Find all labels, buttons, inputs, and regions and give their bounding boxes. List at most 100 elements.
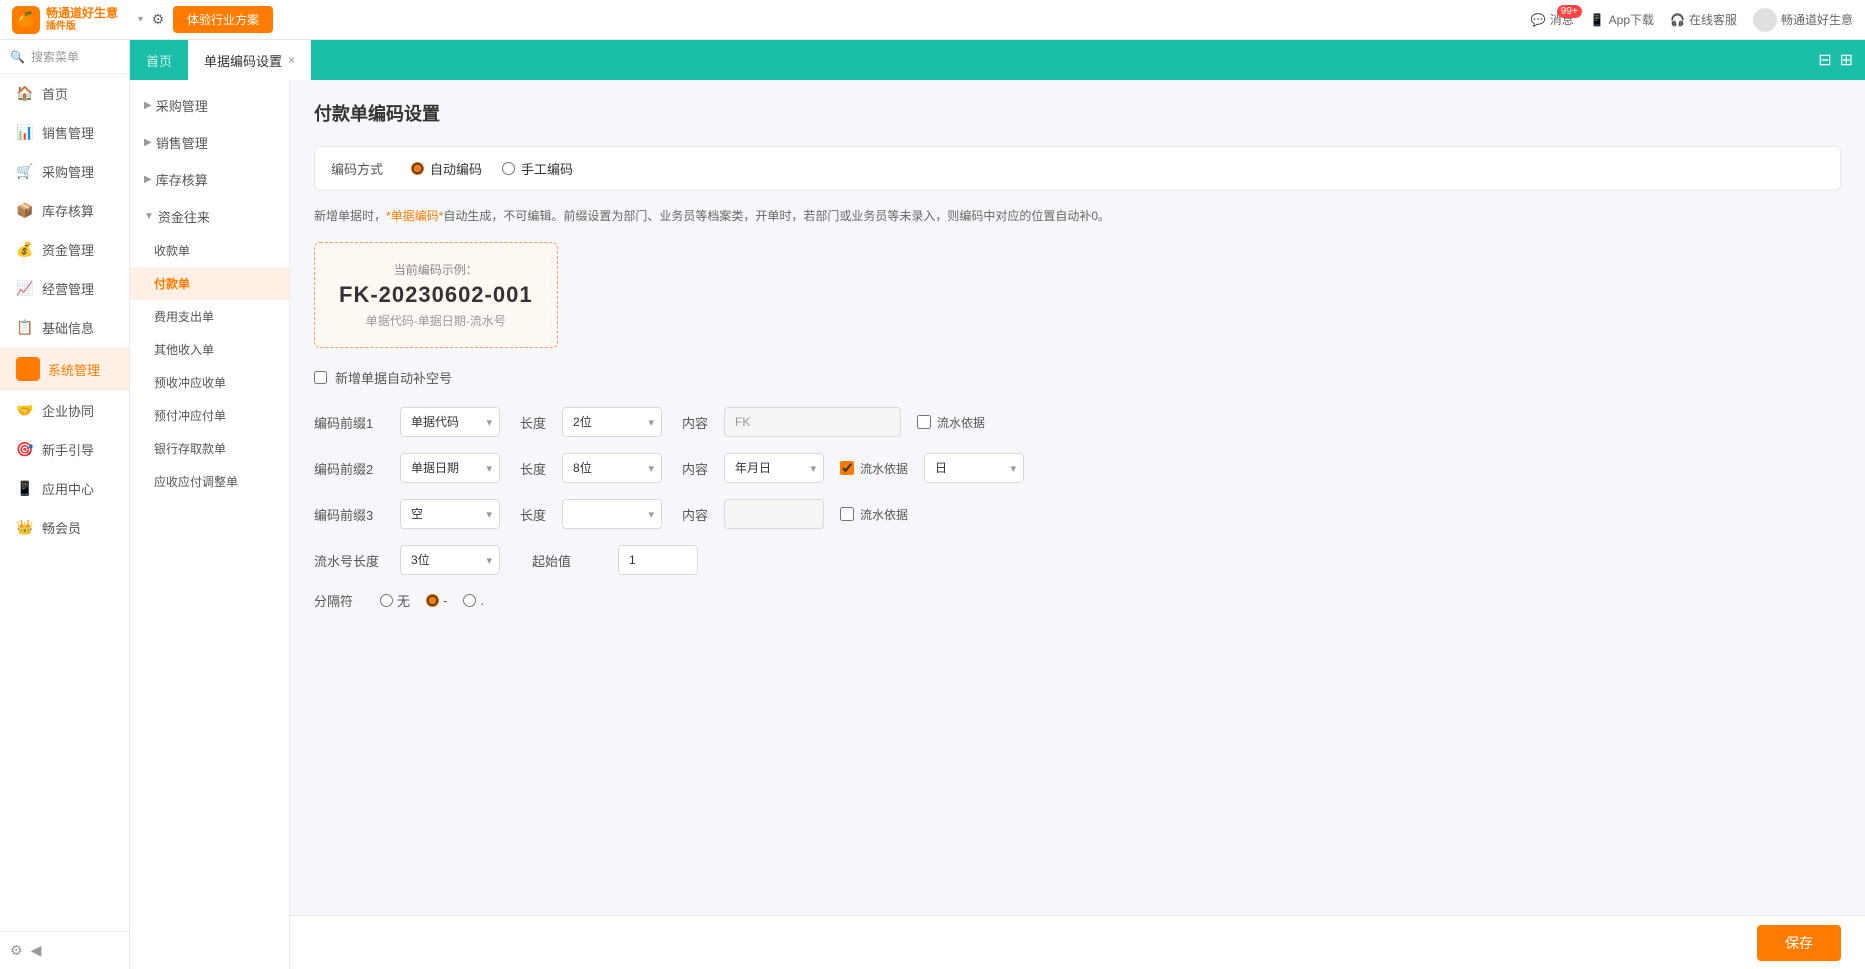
auto-encode-radio[interactable]	[411, 162, 424, 175]
prefix1-select-wrap: 单据代码	[400, 407, 500, 437]
second-sidebar: ▶ 采购管理 ▶ 销售管理 ▶ 库存核算	[130, 80, 290, 969]
content2-select[interactable]: 年月日	[724, 453, 824, 483]
sidebar-item-operation[interactable]: 📈 经营管理	[0, 269, 129, 308]
expand-arrow-finance: ▼	[144, 211, 154, 222]
waterflow1-wrap: 流水依据	[917, 414, 985, 431]
tab-home[interactable]: 首页	[130, 40, 188, 80]
prefix3-select[interactable]: 空	[400, 499, 500, 529]
sidebar-collapse-btn[interactable]: ◀	[31, 942, 42, 959]
waterflow2-label: 流水依据	[860, 460, 908, 477]
sidebar-item-purchase[interactable]: 🛒 采购管理	[0, 152, 129, 191]
sidebar-item-inventory[interactable]: 📦 库存核算	[0, 191, 129, 230]
length1-select[interactable]: 2位	[562, 407, 662, 437]
length3-select[interactable]	[562, 499, 662, 529]
guide-icon: 🎯	[16, 441, 34, 459]
content1-label: 内容	[682, 413, 708, 432]
form-row-serial: 流水号长度 3位 起始值	[314, 545, 1841, 575]
save-button[interactable]: 保存	[1757, 925, 1841, 961]
sep-dash-option[interactable]: -	[426, 593, 447, 608]
sep-dot-label: .	[480, 593, 484, 608]
sep-none-option[interactable]: 无	[380, 591, 410, 610]
sidebar-item-enterprise[interactable]: 🤝 企业协同	[0, 391, 129, 430]
second-sidebar-finance[interactable]: ▼ 资金往来	[130, 199, 289, 234]
code-preview-label: 当前编码示例：	[339, 261, 533, 278]
prefix1-select[interactable]: 单据代码	[400, 407, 500, 437]
sidebar-search[interactable]: 🔍 搜索菜单	[0, 40, 129, 74]
content1-input	[724, 407, 901, 437]
second-sidebar-finance-label: 资金往来	[158, 207, 210, 226]
code-preview-value: FK-20230602-001	[339, 282, 533, 308]
tab-close-icon[interactable]: ×	[288, 53, 295, 67]
sidebar-item-system[interactable]: ⚙ 系统管理	[0, 347, 129, 391]
sep-none-label: 无	[397, 591, 410, 610]
sidebar-item-system-label: 系统管理	[48, 360, 100, 379]
experience-btn[interactable]: 体验行业方案	[173, 6, 273, 33]
waterflow2-checkbox[interactable]	[840, 461, 854, 475]
autofill-checkbox[interactable]	[314, 371, 327, 384]
tab-maximize-btn[interactable]: ⊞	[1840, 50, 1853, 70]
second-sidebar-prepay-receivable[interactable]: 预收冲应收单	[130, 366, 289, 399]
app-download-btn[interactable]: 📱 App下载	[1590, 11, 1654, 28]
manual-encode-option[interactable]: 手工编码	[502, 159, 573, 178]
search-icon: 🔍	[10, 50, 25, 64]
logo-icon: 🍊	[12, 6, 40, 34]
sidebar-item-enterprise-label: 企业协同	[42, 401, 94, 420]
second-sidebar-group-purchase: ▶ 采购管理	[130, 88, 289, 123]
manual-encode-label: 手工编码	[521, 159, 573, 178]
sidebar-settings-btn[interactable]: ⚙	[10, 942, 23, 959]
expand-arrow-inventory: ▶	[144, 174, 152, 185]
tab-minimize-btn[interactable]: ⊟	[1818, 50, 1831, 70]
waterflow1-checkbox[interactable]	[917, 415, 931, 429]
auto-encode-option[interactable]: 自动编码	[411, 159, 482, 178]
online-service-btn[interactable]: 🎧 在线客服	[1670, 11, 1737, 28]
sidebar-item-appstore[interactable]: 📱 应用中心	[0, 469, 129, 508]
start-value-label: 起始值	[532, 551, 602, 570]
second-sidebar-group-sales: ▶ 销售管理	[130, 125, 289, 160]
second-sidebar-sales[interactable]: ▶ 销售管理	[130, 125, 289, 160]
expand-arrow-purchase: ▶	[144, 100, 152, 111]
length3-label: 长度	[520, 505, 546, 524]
second-sidebar-payment[interactable]: 付款单	[130, 267, 289, 300]
second-sidebar-inventory[interactable]: ▶ 库存核算	[130, 162, 289, 197]
second-sidebar-expense[interactable]: 费用支出单	[130, 300, 289, 333]
waterflow3-label: 流水依据	[860, 506, 908, 523]
sidebar-item-home-label: 首页	[42, 84, 68, 103]
settings-icon[interactable]: ⚙	[149, 11, 167, 29]
encode-method-label: 编码方式	[331, 159, 383, 178]
appstore-icon: 📱	[16, 480, 34, 498]
content2-select-wrap: 年月日	[724, 453, 824, 483]
second-sidebar-other-income[interactable]: 其他收入单	[130, 333, 289, 366]
second-sidebar-prepay-payable[interactable]: 预付冲应付单	[130, 399, 289, 432]
sep-dot-option[interactable]: .	[463, 593, 484, 608]
second-sidebar-receipt[interactable]: 收款单	[130, 234, 289, 267]
sidebar-item-member[interactable]: 👑 畅会员	[0, 508, 129, 547]
sep-dash-radio[interactable]	[426, 594, 439, 607]
message-btn[interactable]: 💬 消息 99+	[1531, 11, 1574, 28]
start-value-input[interactable]	[618, 545, 698, 575]
sidebar-item-basic[interactable]: 📋 基础信息	[0, 308, 129, 347]
content3-input	[724, 499, 824, 529]
second-sidebar-bank[interactable]: 银行存取款单	[130, 432, 289, 465]
sidebar-item-purchase-label: 采购管理	[42, 162, 94, 181]
code-preview-sub: 单据代码-单据日期-流水号	[339, 312, 533, 329]
user-menu[interactable]: 畅通道好生意	[1753, 8, 1853, 32]
dropdown-arrow-icon[interactable]: ▾	[138, 14, 143, 25]
sep-none-radio[interactable]	[380, 594, 393, 607]
length2-select[interactable]: 8位	[562, 453, 662, 483]
user-name: 畅通道好生意	[1781, 11, 1853, 28]
form-row-prefix1: 编码前缀1 单据代码 长度 2位 内容	[314, 407, 1841, 437]
manual-encode-radio[interactable]	[502, 162, 515, 175]
prefix2-select[interactable]: 单据日期	[400, 453, 500, 483]
sidebar-item-home[interactable]: 🏠 首页	[0, 74, 129, 113]
sidebar-item-finance[interactable]: 💰 资金管理	[0, 230, 129, 269]
second-sidebar-adjustment[interactable]: 应收应付调整单	[130, 465, 289, 498]
sidebar-item-sales[interactable]: 📊 销售管理	[0, 113, 129, 152]
serial-length-select[interactable]: 3位	[400, 545, 500, 575]
sep-dot-radio[interactable]	[463, 594, 476, 607]
sidebar-item-guide[interactable]: 🎯 新手引导	[0, 430, 129, 469]
form-row-prefix2: 编码前缀2 单据日期 长度 8位 内容	[314, 453, 1841, 483]
waterflow3-checkbox[interactable]	[840, 507, 854, 521]
waterflow2-unit-select[interactable]: 日	[924, 453, 1024, 483]
second-sidebar-purchase[interactable]: ▶ 采购管理	[130, 88, 289, 123]
tab-current[interactable]: 单据编码设置 ×	[188, 40, 311, 80]
